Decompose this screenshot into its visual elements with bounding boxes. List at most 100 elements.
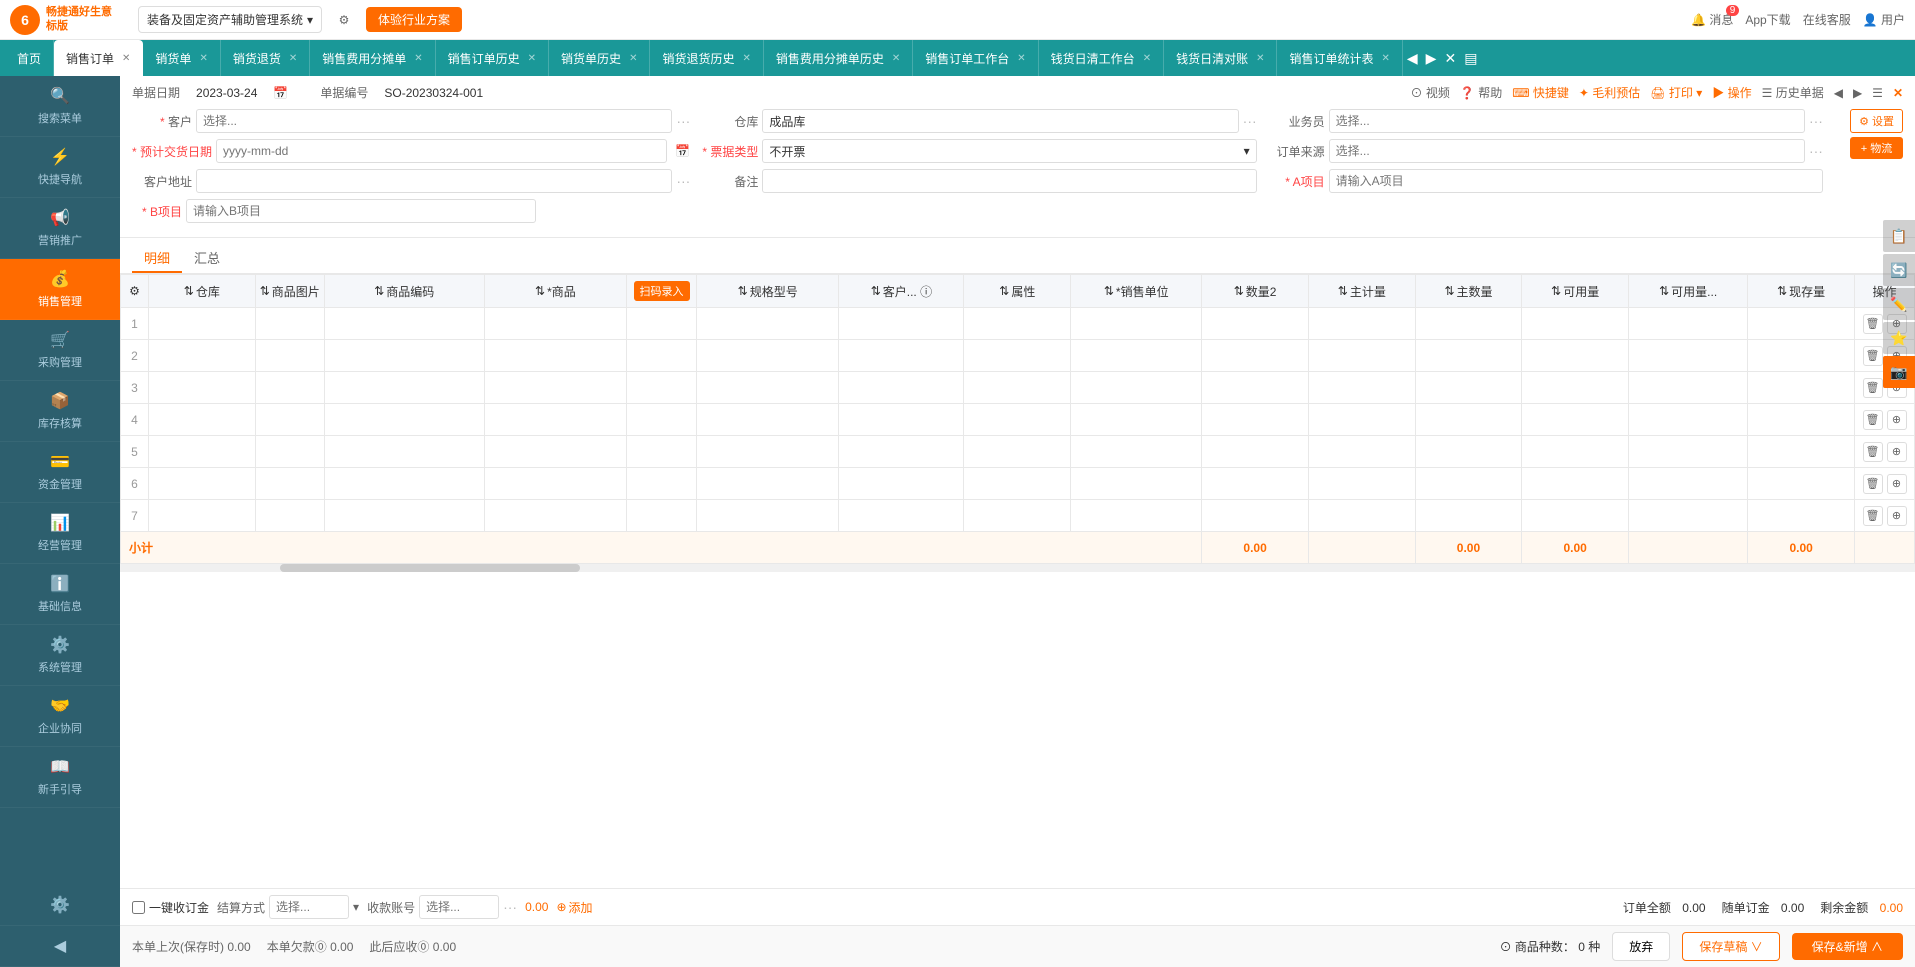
float-btn-2[interactable]: 🔄 — [1883, 254, 1915, 286]
sidebar-item-inventory[interactable]: 📦 库存核算 — [0, 381, 120, 442]
tab-detail[interactable]: 明细 — [132, 244, 182, 273]
notice-area[interactable]: 🔔 9 消息 — [1691, 11, 1733, 28]
horizontal-scrollbar[interactable] — [120, 564, 1915, 572]
row-avail2-1[interactable] — [1629, 308, 1748, 340]
view-action[interactable]: ⊙ 视频 — [1411, 84, 1450, 101]
add-logistics-btn[interactable]: + 物流 — [1850, 137, 1903, 159]
settings-icon[interactable]: ⚙ — [330, 6, 358, 34]
table-scroll[interactable]: ⚙ ⇅仓库 ⇅商品图片 ⇅商品编码 ⇅*商品 扫码录入 ⇅规格型号 ⇅客户...… — [120, 274, 1915, 564]
print-action[interactable]: 🖨 打印 ▾ — [1650, 84, 1702, 101]
sidebar-item-finance[interactable]: 💳 资金管理 — [0, 442, 120, 503]
row-delete-2[interactable]: 🗑 — [1863, 346, 1883, 366]
float-btn-4[interactable]: ⭐ — [1883, 322, 1915, 354]
tab-next-btn[interactable]: ▶ — [1422, 50, 1441, 67]
discard-btn[interactable]: 放弃 — [1612, 932, 1670, 961]
row-qty2-1[interactable] — [1202, 308, 1309, 340]
scan-btn[interactable]: 扫码录入 — [634, 281, 690, 301]
account-input[interactable] — [419, 895, 499, 919]
app-download-link[interactable]: App下载 — [1745, 11, 1790, 28]
row-image-1[interactable] — [255, 308, 324, 340]
row-delete-3[interactable]: 🗑 — [1863, 378, 1883, 398]
sidebar-item-nav[interactable]: ⚡ 快捷导航 — [0, 137, 120, 198]
row-spec-1[interactable] — [697, 308, 839, 340]
online-service-link[interactable]: 在线客服 — [1803, 11, 1851, 28]
row-delete-5[interactable]: 🗑 — [1863, 442, 1883, 462]
row-delete-1[interactable]: 🗑 — [1863, 314, 1883, 334]
salesperson-input[interactable] — [1329, 109, 1805, 133]
close-icon[interactable]: ✕ — [289, 53, 297, 64]
row-warehouse-1[interactable] — [149, 308, 256, 340]
row-avail-1[interactable] — [1522, 308, 1629, 340]
tab-menu-btn[interactable]: ▤ — [1460, 50, 1481, 67]
close-icon[interactable]: ✕ — [1143, 53, 1151, 64]
th-settings[interactable]: ⚙ — [121, 275, 149, 308]
sidebar-item-management[interactable]: 📊 经营管理 — [0, 503, 120, 564]
invoice-select[interactable]: 不开票 ▾ — [762, 139, 1256, 163]
tab-sales-expense[interactable]: 销售费用分摊单 ✕ — [310, 40, 435, 76]
sidebar-item-purchase[interactable]: 🛒 采购管理 — [0, 320, 120, 381]
row-delete-6[interactable]: 🗑 — [1863, 474, 1883, 494]
industry-btn[interactable]: 体验行业方案 — [366, 7, 462, 32]
sidebar-item-basic[interactable]: ℹ️ 基础信息 — [0, 564, 120, 625]
sidebar-item-sales[interactable]: 💰 销售管理 — [0, 259, 120, 320]
sidebar-item-collapse[interactable]: ◀ — [0, 926, 120, 967]
settings-btn[interactable]: ⚙ 设置 — [1850, 109, 1903, 133]
tab-sales-stats[interactable]: 销售订单统计表 ✕ — [1277, 40, 1402, 76]
tab-expense-history[interactable]: 销售费用分摊单历史 ✕ — [764, 40, 913, 76]
help-action[interactable]: ❓ 帮助 — [1460, 84, 1502, 101]
customer-addr-input[interactable] — [196, 169, 672, 193]
operation-action[interactable]: ▶ 操作 — [1712, 84, 1751, 101]
row-copy-7[interactable]: ⊕ — [1887, 506, 1907, 526]
save-new-btn[interactable]: 保存&新增 ∧ — [1792, 933, 1903, 960]
row-delete-4[interactable]: 🗑 — [1863, 410, 1883, 430]
close-icon[interactable]: ✕ — [1382, 53, 1390, 64]
tab-home[interactable]: 首页 — [5, 40, 54, 76]
row-copy-6[interactable]: ⊕ — [1887, 474, 1907, 494]
tab-sales-order[interactable]: 销售订单 ✕ — [54, 40, 143, 76]
float-btn-5[interactable]: 📷 — [1883, 356, 1915, 388]
list-view-icon[interactable]: ☰ — [1872, 86, 1883, 100]
row-copy-5[interactable]: ⊕ — [1887, 442, 1907, 462]
close-icon[interactable]: ✕ — [1256, 53, 1264, 64]
close-icon[interactable]: ✕ — [199, 53, 207, 64]
customer-input[interactable] — [196, 109, 672, 133]
user-avatar[interactable]: 👤 用户 — [1863, 11, 1905, 28]
close-icon[interactable]: ✕ — [528, 53, 536, 64]
add-item-btn[interactable]: ⊕ 添加 — [556, 899, 592, 916]
tab-close-btn[interactable]: ✕ — [1440, 50, 1460, 67]
b-project-input[interactable] — [186, 199, 536, 223]
close-icon[interactable]: ✕ — [629, 53, 637, 64]
row-product-1[interactable] — [484, 308, 626, 340]
tab-order-workbench[interactable]: 销售订单工作台 ✕ — [913, 40, 1038, 76]
date-picker-icon[interactable]: 📅 — [675, 144, 690, 158]
row-unit-1[interactable] — [1071, 308, 1202, 340]
close-icon[interactable]: ✕ — [122, 53, 130, 64]
tab-sales-bill-history[interactable]: 销货单历史 ✕ — [549, 40, 650, 76]
tab-sales-return[interactable]: 销货退货 ✕ — [221, 40, 310, 76]
order-source-dots[interactable]: ··· — [1809, 143, 1823, 159]
nav-prev-icon[interactable]: ◀ — [1834, 86, 1843, 100]
tab-prev-btn[interactable]: ◀ — [1403, 50, 1422, 67]
close-icon[interactable]: ✕ — [1017, 53, 1025, 64]
salesperson-dots[interactable]: ··· — [1809, 113, 1823, 129]
row-code-1[interactable] — [324, 308, 484, 340]
calendar-icon[interactable]: 📅 — [273, 86, 288, 100]
account-dots[interactable]: ··· — [503, 899, 517, 915]
delivery-date-input[interactable] — [216, 139, 667, 163]
shortcut-action[interactable]: ⌨ 快捷键 — [1512, 84, 1569, 101]
sidebar-item-settings[interactable]: ⚙️ — [0, 885, 120, 926]
row-scan-1[interactable] — [627, 308, 697, 340]
note-input[interactable] — [762, 169, 1256, 193]
tab-sales-bill[interactable]: 销货单 ✕ — [143, 40, 220, 76]
warehouse-dots[interactable]: ··· — [1243, 113, 1257, 129]
history-action[interactable]: ☰ 历史单据 — [1762, 84, 1824, 101]
tab-daily-reconcile[interactable]: 钱货日清对账 ✕ — [1164, 40, 1277, 76]
tab-summary[interactable]: 汇总 — [182, 244, 232, 273]
row-attr-1[interactable] — [964, 308, 1071, 340]
customer-dots[interactable]: ··· — [676, 113, 690, 129]
sidebar-item-system[interactable]: ⚙️ 系统管理 — [0, 625, 120, 686]
row-main-unit-1[interactable] — [1308, 308, 1415, 340]
sidebar-item-guide[interactable]: 📖 新手引导 — [0, 747, 120, 808]
tab-return-history[interactable]: 销货退货历史 ✕ — [650, 40, 763, 76]
row-stock-1[interactable] — [1748, 308, 1855, 340]
